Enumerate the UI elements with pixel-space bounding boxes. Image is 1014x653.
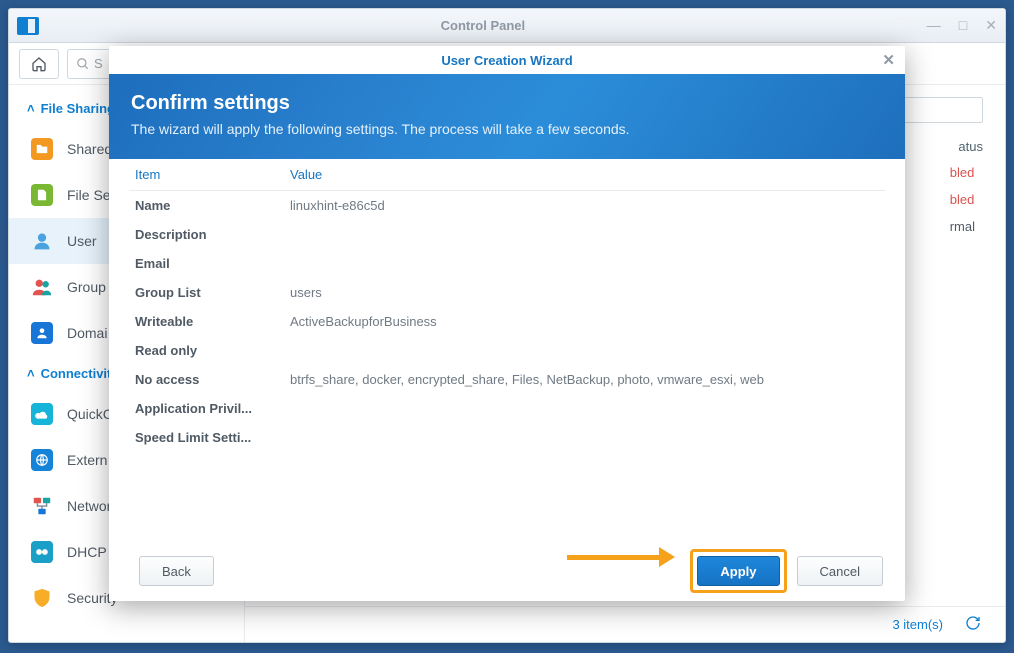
minimize-button[interactable]: — xyxy=(927,17,941,34)
sidebar-item-label: File Se xyxy=(67,187,111,203)
table-row[interactable]: Read only xyxy=(129,336,885,365)
cancel-button[interactable]: Cancel xyxy=(797,556,883,586)
folder-share-icon xyxy=(31,138,53,160)
shield-icon xyxy=(31,587,53,609)
back-button[interactable]: Back xyxy=(139,556,214,586)
col-item[interactable]: Item xyxy=(135,167,290,182)
row-value: linuxhint-e86c5d xyxy=(290,198,879,213)
row-value xyxy=(290,430,879,445)
row-item: No access xyxy=(135,372,290,387)
table-header: Item Value xyxy=(129,159,885,191)
sidebar-item-label: Extern xyxy=(67,452,107,468)
status-normal: rmal xyxy=(950,219,975,234)
modal-banner: Confirm settings The wizard will apply t… xyxy=(109,74,905,159)
row-item: Description xyxy=(135,227,290,242)
section-label: Connectivity xyxy=(41,366,119,381)
chevron-up-icon: ˄ xyxy=(27,366,35,381)
modal-subtext: The wizard will apply the following sett… xyxy=(131,121,883,137)
modal-heading: Confirm settings xyxy=(131,92,883,115)
item-count: 3 item(s) xyxy=(892,617,943,632)
home-icon xyxy=(31,56,47,72)
modal-titlebar: User Creation Wizard ✕ xyxy=(109,46,905,74)
network-icon xyxy=(31,495,53,517)
sidebar-item-label: Group xyxy=(67,279,106,295)
chevron-up-icon: ˄ xyxy=(27,101,35,116)
sidebar-item-label: QuickC xyxy=(67,406,113,422)
row-item: Writeable xyxy=(135,314,290,329)
row-item: Group List xyxy=(135,285,290,300)
modal-footer: Back Apply Cancel xyxy=(109,541,905,601)
apply-highlight: Apply xyxy=(690,549,786,593)
search-placeholder: S xyxy=(94,56,103,71)
table-row[interactable]: Namelinuxhint-e86c5d xyxy=(129,191,885,220)
table-row[interactable]: Group Listusers xyxy=(129,278,885,307)
sidebar-item-label: Domai xyxy=(67,325,107,341)
sidebar-item-label: Networ xyxy=(67,498,111,514)
row-value: ActiveBackupforBusiness xyxy=(290,314,879,329)
row-value xyxy=(290,401,879,416)
search-icon xyxy=(76,57,90,71)
row-value xyxy=(290,227,879,242)
row-item: Application Privil... xyxy=(135,401,290,416)
home-button[interactable] xyxy=(19,49,59,79)
row-value xyxy=(290,256,879,271)
table-row[interactable]: Email xyxy=(129,249,885,278)
app-icon xyxy=(17,17,39,35)
table-row[interactable]: No accessbtrfs_share, docker, encrypted_… xyxy=(129,365,885,394)
row-item: Speed Limit Setti... xyxy=(135,430,290,445)
reload-button[interactable] xyxy=(965,615,981,634)
col-value[interactable]: Value xyxy=(290,167,322,182)
cloud-icon xyxy=(31,403,53,425)
list-footer: 3 item(s) xyxy=(245,606,1005,642)
table-row[interactable]: WriteableActiveBackupforBusiness xyxy=(129,307,885,336)
status-disabled: bled xyxy=(950,192,975,207)
row-value: users xyxy=(290,285,879,300)
group-icon xyxy=(31,276,53,298)
maximize-button[interactable]: □ xyxy=(959,17,967,34)
modal-close-button[interactable]: ✕ xyxy=(882,51,895,69)
row-value: btrfs_share, docker, encrypted_share, Fi… xyxy=(290,372,879,387)
table-row[interactable]: Application Privil... xyxy=(129,394,885,423)
status-column-values: bled bled rmal xyxy=(950,165,975,246)
row-item: Read only xyxy=(135,343,290,358)
callout-arrow xyxy=(567,547,675,567)
row-item: Name xyxy=(135,198,290,213)
modal-title: User Creation Wizard xyxy=(441,53,572,68)
reload-icon xyxy=(965,615,981,631)
section-label: File Sharing xyxy=(41,101,115,116)
window-title: Control Panel xyxy=(39,18,927,33)
close-window-button[interactable]: ✕ xyxy=(985,17,997,34)
sidebar-item-label: Shared xyxy=(67,141,112,157)
table-row[interactable]: Speed Limit Setti... xyxy=(129,423,885,452)
settings-table: Item Value Namelinuxhint-e86c5dDescripti… xyxy=(109,159,905,541)
status-disabled: bled xyxy=(950,165,975,180)
titlebar: Control Panel — □ ✕ xyxy=(9,9,1005,43)
user-icon xyxy=(31,230,53,252)
column-status[interactable]: atus xyxy=(958,139,983,154)
globe-icon xyxy=(31,449,53,471)
row-value xyxy=(290,343,879,358)
dhcp-icon xyxy=(31,541,53,563)
sidebar-item-label: User xyxy=(67,233,97,249)
file-swap-icon xyxy=(31,184,53,206)
apply-button[interactable]: Apply xyxy=(697,556,779,586)
user-creation-wizard: User Creation Wizard ✕ Confirm settings … xyxy=(109,46,905,601)
domain-icon xyxy=(31,322,53,344)
row-item: Email xyxy=(135,256,290,271)
table-row[interactable]: Description xyxy=(129,220,885,249)
